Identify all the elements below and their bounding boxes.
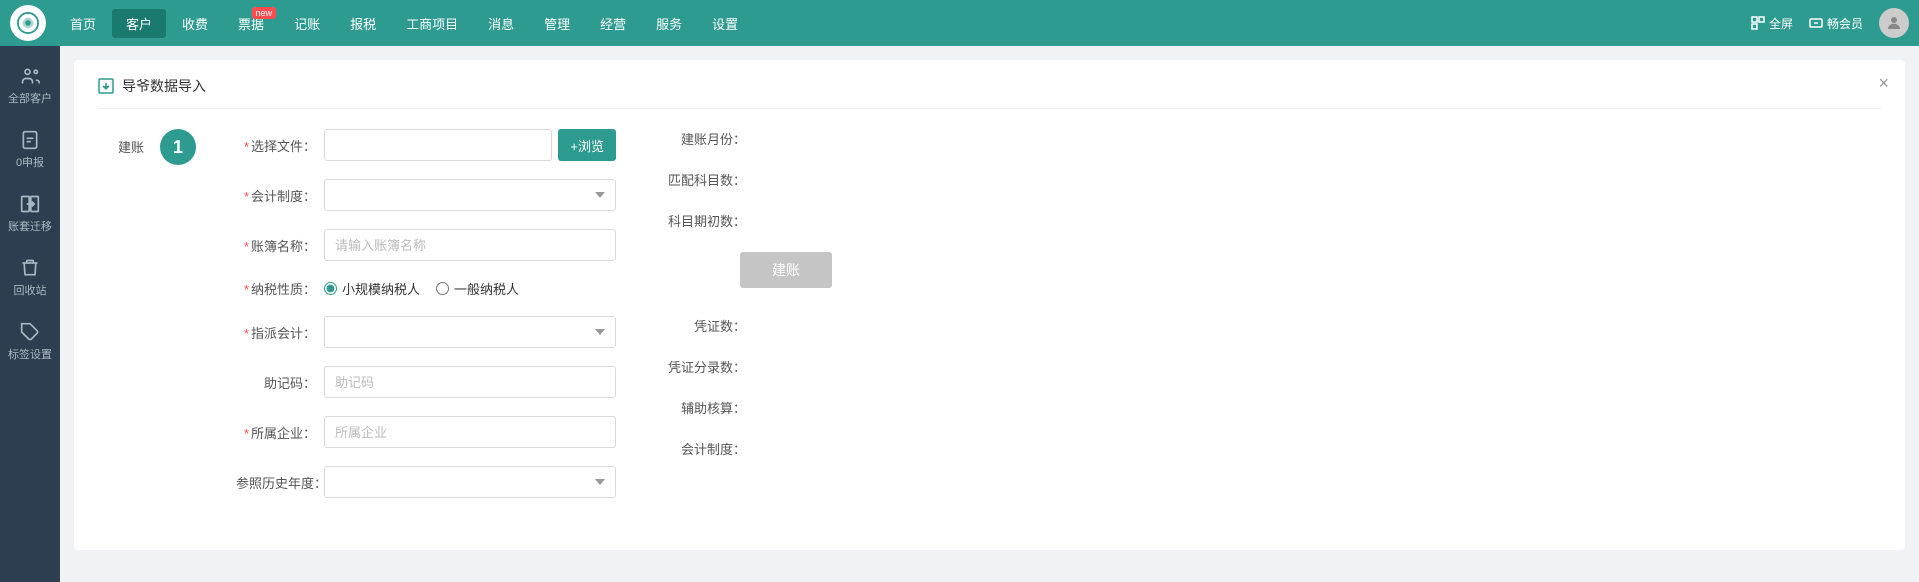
sidebar-item-tag-settings[interactable]: 标签设置 bbox=[0, 312, 60, 372]
history-year-select[interactable] bbox=[324, 466, 616, 498]
import-panel: 导爷数据导入 × 建账 1 *选择文件： bbox=[74, 60, 1905, 550]
info-month-row: 建账月份： bbox=[656, 129, 916, 148]
nav-item-tax[interactable]: 报税 bbox=[336, 9, 390, 38]
sidebar-label-recycle: 回收站 bbox=[14, 282, 47, 298]
nav-item-fee[interactable]: 收费 bbox=[168, 9, 222, 38]
nav-item-invoice[interactable]: 票据 new bbox=[224, 9, 278, 38]
nav-item-operation[interactable]: 经营 bbox=[586, 9, 640, 38]
panel-title: 导爷数据导入 bbox=[122, 76, 206, 96]
panel-header: 导爷数据导入 bbox=[98, 76, 1881, 109]
nav-menu: 首页 客户 收费 票据 new 记账 报税 工商项目 消息 管理 经营 服务 设… bbox=[56, 9, 1751, 38]
info-match-row: 匹配科目数： bbox=[656, 170, 916, 189]
info-month-label: 建账月份： bbox=[656, 129, 746, 148]
ledger-name-label: *账簿名称： bbox=[236, 236, 316, 255]
sidebar-label-all-clients: 全部客户 bbox=[8, 90, 52, 106]
radio-general-label: 一般纳税人 bbox=[454, 279, 519, 298]
memo-input[interactable] bbox=[324, 366, 616, 398]
info-voucher-entries-row: 凭证分录数： bbox=[656, 357, 916, 376]
ledger-name-input[interactable] bbox=[324, 229, 616, 261]
nav-item-settings[interactable]: 设置 bbox=[698, 9, 752, 38]
sidebar-label-account-migration: 账套迁移 bbox=[8, 218, 52, 234]
nav-item-business[interactable]: 工商项目 bbox=[392, 9, 472, 38]
main-layout: 全部客户 0申报 账套迁移 回收站 标签设置 导爷数据导入 × bbox=[0, 46, 1919, 582]
radio-general-input[interactable] bbox=[436, 282, 449, 295]
new-badge: new bbox=[252, 7, 277, 19]
nav-item-manage[interactable]: 管理 bbox=[530, 9, 584, 38]
nav-item-service[interactable]: 服务 bbox=[642, 9, 696, 38]
nav-item-home[interactable]: 首页 bbox=[56, 9, 110, 38]
sidebar-item-zero-declaration[interactable]: 0申报 bbox=[0, 120, 60, 180]
main-content: 导爷数据导入 × 建账 1 *选择文件： bbox=[60, 46, 1919, 582]
memo-row: 助记码： bbox=[236, 366, 616, 398]
sidebar-label-zero-declaration: 0申报 bbox=[16, 154, 44, 170]
ledger-name-row: *账簿名称： bbox=[236, 229, 616, 261]
fullscreen-label: 全屏 bbox=[1769, 15, 1793, 32]
form-container: 建账 1 *选择文件： +浏览 bbox=[98, 129, 1881, 516]
top-navigation: 首页 客户 收费 票据 new 记账 报税 工商项目 消息 管理 经营 服务 设… bbox=[0, 0, 1919, 46]
radio-small-label: 小规模纳税人 bbox=[342, 279, 420, 298]
radio-small-taxpayer[interactable]: 小规模纳税人 bbox=[324, 279, 420, 298]
user-avatar[interactable] bbox=[1879, 8, 1909, 38]
right-info: 建账月份： 匹配科目数： 科目期初数： 建账 凭证数： bbox=[656, 129, 916, 516]
accountant-row: *指派会计： bbox=[236, 316, 616, 348]
info-match-label: 匹配科目数： bbox=[656, 170, 746, 189]
company-input[interactable] bbox=[324, 416, 616, 448]
info-auxiliary-row: 辅助核算： bbox=[656, 398, 916, 417]
import-icon bbox=[98, 78, 114, 94]
memo-label: 助记码： bbox=[236, 373, 316, 392]
info-period-row: 科目期初数： bbox=[656, 211, 916, 230]
step-section: 建账 1 bbox=[118, 129, 196, 516]
nav-item-client[interactable]: 客户 bbox=[112, 9, 166, 38]
file-input-wrap: +浏览 bbox=[324, 129, 616, 161]
tax-type-radio-group: 小规模纳税人 一般纳税人 bbox=[324, 279, 616, 298]
company-label: *所属企业： bbox=[236, 423, 316, 442]
info-period-label: 科目期初数： bbox=[656, 211, 746, 230]
sidebar: 全部客户 0申报 账套迁移 回收站 标签设置 bbox=[0, 46, 60, 582]
info-voucher-row: 凭证数： bbox=[656, 316, 916, 335]
company-row: *所属企业： bbox=[236, 416, 616, 448]
nav-right-area: 全屏 畅会员 bbox=[1751, 8, 1909, 38]
info-auxiliary-label: 辅助核算： bbox=[656, 398, 746, 417]
accountant-label: *指派会计： bbox=[236, 323, 316, 342]
radio-small-input[interactable] bbox=[324, 282, 337, 295]
step-circle: 1 bbox=[160, 129, 196, 165]
info-accounting-system-row: 会计制度： bbox=[656, 439, 916, 458]
history-year-label: 参照历史年度： bbox=[236, 473, 316, 492]
info-voucher-entries-label: 凭证分录数： bbox=[656, 357, 746, 376]
tax-type-label: *纳税性质： bbox=[236, 279, 316, 298]
accounting-system-select[interactable] bbox=[324, 179, 616, 211]
app-logo[interactable] bbox=[10, 5, 46, 41]
tax-type-row: *纳税性质： 小规模纳税人 一般纳税人 bbox=[236, 279, 616, 298]
sidebar-item-recycle[interactable]: 回收站 bbox=[0, 248, 60, 308]
nav-item-message[interactable]: 消息 bbox=[474, 9, 528, 38]
radio-general-taxpayer[interactable]: 一般纳税人 bbox=[436, 279, 519, 298]
accounting-system-label: *会计制度： bbox=[236, 186, 316, 205]
sidebar-item-account-migration[interactable]: 账套迁移 bbox=[0, 184, 60, 244]
step-label: 建账 bbox=[118, 137, 144, 156]
file-label: *选择文件： bbox=[236, 136, 316, 155]
panel-close-button[interactable]: × bbox=[1878, 74, 1889, 92]
left-form: *选择文件： +浏览 *会计制度： bbox=[236, 129, 616, 516]
member-label: 畅会员 bbox=[1827, 15, 1863, 32]
info-voucher-label: 凭证数： bbox=[656, 316, 746, 335]
accountant-select[interactable] bbox=[324, 316, 616, 348]
file-row: *选择文件： +浏览 bbox=[236, 129, 616, 161]
fullscreen-button[interactable]: 全屏 bbox=[1751, 15, 1793, 32]
sidebar-label-tag-settings: 标签设置 bbox=[8, 346, 52, 362]
file-path-input[interactable] bbox=[324, 129, 552, 161]
history-year-row: 参照历史年度： bbox=[236, 466, 616, 498]
sidebar-item-all-clients[interactable]: 全部客户 bbox=[0, 56, 60, 116]
info-accounting-system-label: 会计制度： bbox=[656, 439, 746, 458]
create-account-button[interactable]: 建账 bbox=[740, 252, 832, 288]
browse-button[interactable]: +浏览 bbox=[558, 129, 616, 161]
member-button[interactable]: 畅会员 bbox=[1809, 15, 1863, 32]
nav-item-accounting[interactable]: 记账 bbox=[280, 9, 334, 38]
accounting-system-row: *会计制度： bbox=[236, 179, 616, 211]
